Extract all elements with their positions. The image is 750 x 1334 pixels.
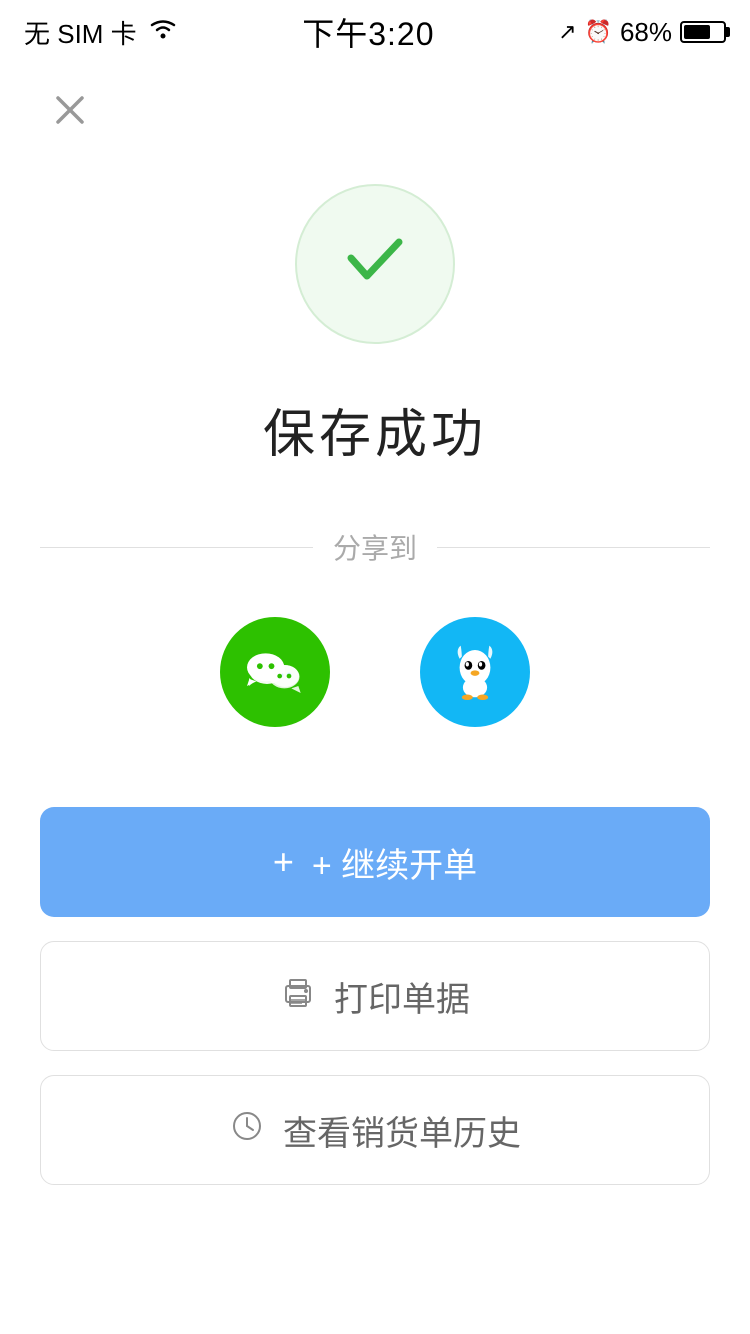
- close-button[interactable]: [40, 80, 100, 140]
- status-time: 下午3:20: [302, 9, 434, 55]
- status-right: ↗ ⏰ 68%: [558, 17, 726, 48]
- wechat-share-button[interactable]: [220, 617, 330, 727]
- checkmark-icon: [335, 218, 415, 311]
- success-title: 保存成功: [263, 392, 487, 467]
- history-button[interactable]: 查看销货单历史: [40, 1075, 710, 1185]
- status-bar: 无 SIM 卡 下午3:20 ↗ ⏰ 68%: [0, 0, 750, 64]
- history-label: 查看销货单历史: [283, 1106, 521, 1155]
- share-label: 分享到: [333, 527, 417, 567]
- clock-icon: [229, 1108, 265, 1153]
- qq-share-button[interactable]: [420, 617, 530, 727]
- share-icons-row: [40, 617, 710, 727]
- battery-percent: 68%: [620, 17, 672, 48]
- printer-icon: [280, 974, 316, 1019]
- print-label: 打印单据: [334, 972, 470, 1021]
- success-section: 保存成功: [0, 64, 750, 527]
- wifi-icon: [147, 16, 179, 48]
- actions-section: + + 继续开单 打印单据 查看销货单历史: [0, 807, 750, 1185]
- no-sim-label: 无 SIM 卡: [24, 14, 137, 51]
- continue-label: + 继续开单: [312, 838, 477, 887]
- location-icon: ↗: [558, 19, 576, 45]
- alarm-icon: ⏰: [585, 19, 612, 45]
- success-circle: [295, 184, 455, 344]
- share-section: 分享到: [0, 527, 750, 727]
- divider-left: [40, 547, 313, 548]
- status-left: 无 SIM 卡: [24, 14, 179, 51]
- plus-icon: +: [273, 841, 294, 883]
- share-divider: 分享到: [40, 527, 710, 567]
- print-button[interactable]: 打印单据: [40, 941, 710, 1051]
- battery-icon: [680, 21, 726, 43]
- continue-button[interactable]: + + 继续开单: [40, 807, 710, 917]
- divider-right: [437, 547, 710, 548]
